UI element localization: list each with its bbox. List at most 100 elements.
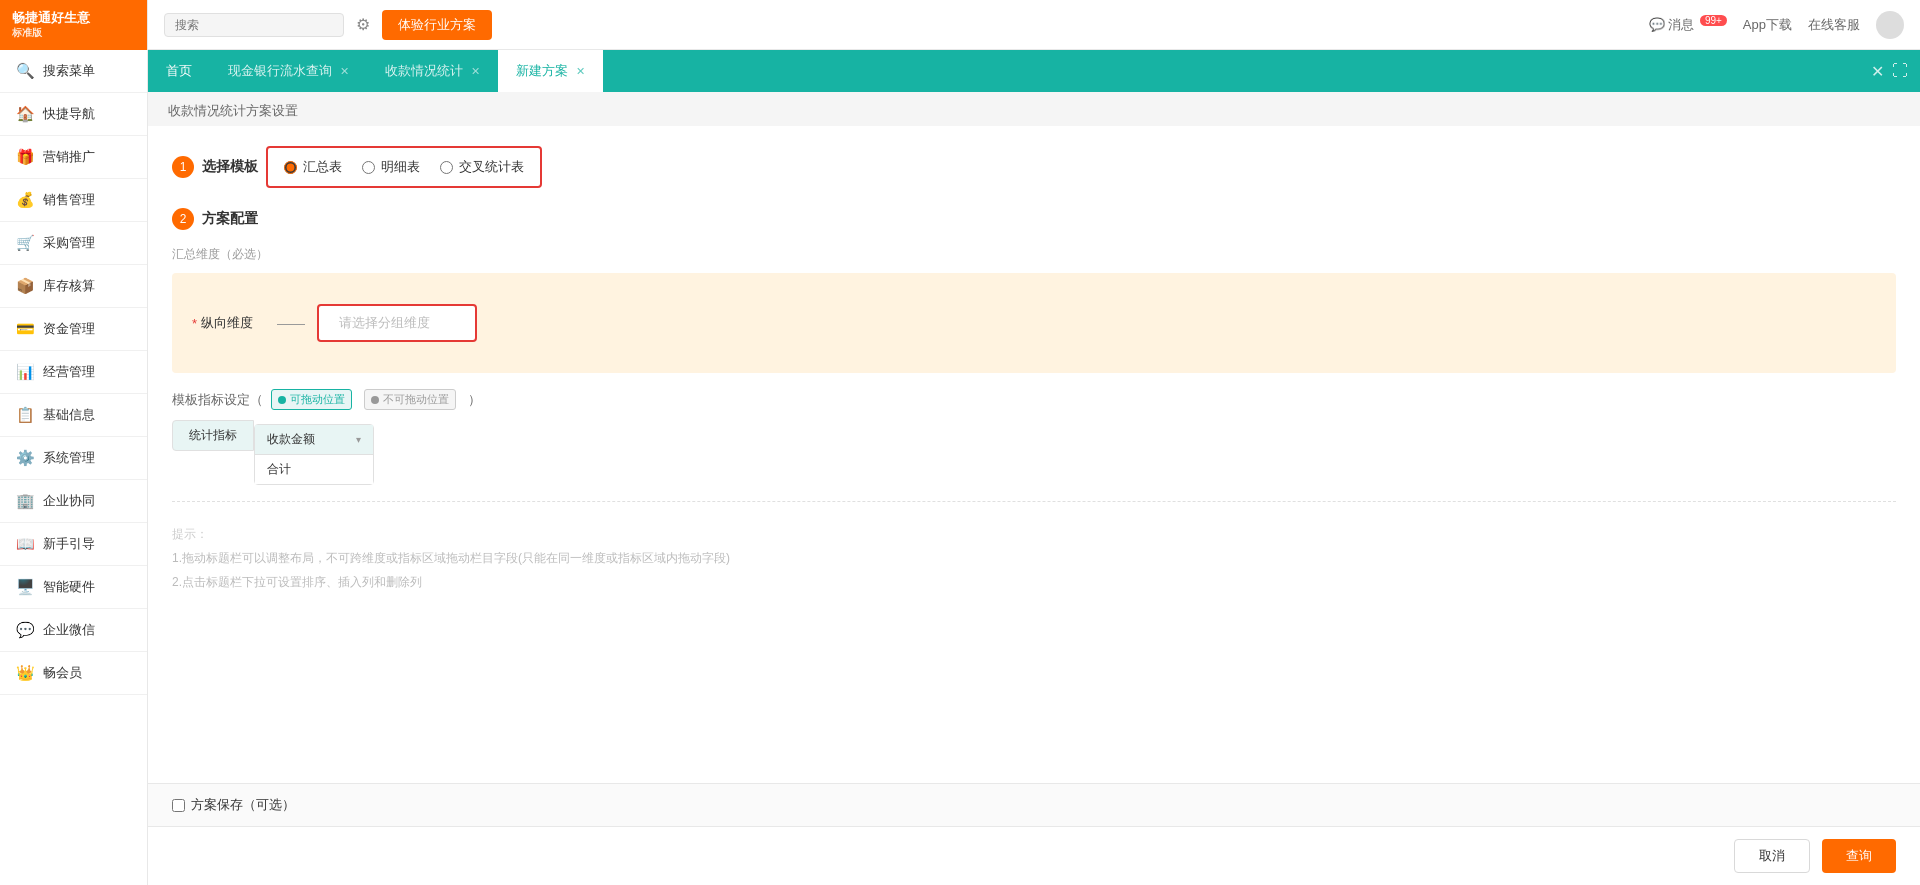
metric-setting: 模板指标设定（ 可拖动位置 不可拖动位置 ）	[172, 389, 1896, 485]
sidebar-item-quick-nav[interactable]: 🏠 快捷导航	[0, 93, 147, 136]
radio-summary[interactable]: 汇总表	[284, 158, 342, 176]
user-avatar[interactable]	[1876, 11, 1904, 39]
tips-area: 提示： 1.拖动标题栏可以调整布局，不可跨维度或指标区域拖动栏目字段(只能在同一…	[172, 522, 1896, 594]
dimension-section-label: 汇总维度（必选）	[172, 246, 1896, 263]
tab-new-plan-label: 新建方案	[516, 62, 568, 80]
wechat-icon: 💬	[16, 621, 35, 639]
metric-header-dropdown[interactable]: ▾	[356, 434, 361, 445]
sidebar-label-inventory: 库存核算	[43, 277, 95, 295]
radio-detail-input[interactable]	[362, 161, 375, 174]
sidebar-logo: 畅捷通好生意 标准版	[0, 0, 147, 50]
step2-circle: 2	[172, 208, 194, 230]
metric-header: 模板指标设定（ 可拖动位置 不可拖动位置 ）	[172, 389, 1896, 410]
gear-icon[interactable]: ⚙	[356, 15, 370, 34]
notification-area[interactable]: 💬 消息 99+	[1649, 15, 1727, 34]
select-dim-box[interactable]: 请选择分组维度	[317, 304, 477, 342]
tab-bank-flow-close[interactable]: ✕	[340, 65, 349, 78]
industry-btn[interactable]: 体验行业方案	[382, 10, 492, 40]
draggable-tag: 可拖动位置	[271, 389, 352, 410]
tab-receipt-stats[interactable]: 收款情况统计 ✕	[367, 50, 498, 92]
purchase-icon: 🛒	[16, 234, 35, 252]
topbar-right: 💬 消息 99+ App下载 在线客服	[1649, 11, 1904, 39]
separator	[172, 501, 1896, 502]
dim-arrow: ——	[277, 315, 305, 331]
marketing-icon: 🎁	[16, 148, 35, 166]
sidebar-item-wechat[interactable]: 💬 企业微信	[0, 609, 147, 652]
radio-detail-label: 明细表	[381, 158, 420, 176]
smart-hw-icon: 🖥️	[16, 578, 35, 596]
radio-detail[interactable]: 明细表	[362, 158, 420, 176]
radio-summary-label: 汇总表	[303, 158, 342, 176]
footer-bar: 取消 查询	[148, 826, 1920, 885]
step1-section: 1 选择模板 汇总表 明细表	[172, 146, 1896, 188]
sidebar-label-enterprise: 企业协同	[43, 492, 95, 510]
radio-cross-label: 交叉统计表	[459, 158, 524, 176]
step2-section: 2 方案配置 汇总维度（必选） * 纵向维度 —— 请选择	[172, 208, 1896, 594]
bottom-save-section: 方案保存（可选）	[148, 783, 1920, 826]
maximize-icon[interactable]: ⛶	[1892, 62, 1908, 80]
draggable-indicator	[278, 396, 286, 404]
system-icon: ⚙️	[16, 449, 35, 467]
metric-table-container: 统计指标 收款金额 ▾ 合计	[172, 420, 1896, 485]
basic-info-icon: 📋	[16, 406, 35, 424]
tab-bank-flow-label: 现金银行流水查询	[228, 62, 332, 80]
tab-bank-flow[interactable]: 现金银行流水查询 ✕	[210, 50, 367, 92]
logo-title: 畅捷通好生意	[12, 10, 90, 26]
save-checkbox[interactable]	[172, 799, 185, 812]
sidebar-item-purchase[interactable]: 🛒 采购管理	[0, 222, 147, 265]
radio-cross-input[interactable]	[440, 161, 453, 174]
page-content: 收款情况统计方案设置 1 选择模板 汇总表	[148, 92, 1920, 885]
radio-cross[interactable]: 交叉统计表	[440, 158, 524, 176]
online-service-link[interactable]: 在线客服	[1808, 16, 1860, 34]
sidebar: 畅捷通好生意 标准版 🔍 搜索菜单 🏠 快捷导航 🎁 营销推广 💰 销售管理 🛒…	[0, 0, 148, 885]
sidebar-item-inventory[interactable]: 📦 库存核算	[0, 265, 147, 308]
sidebar-item-sales[interactable]: 💰 销售管理	[0, 179, 147, 222]
non-draggable-tag: 不可拖动位置	[364, 389, 456, 410]
topbar: ⚙ 体验行业方案 💬 消息 99+ App下载 在线客服	[148, 0, 1920, 50]
operations-icon: 📊	[16, 363, 35, 381]
sidebar-label-guide: 新手引导	[43, 535, 95, 553]
sidebar-label-wechat: 企业微信	[43, 621, 95, 639]
page-header: 收款情况统计方案设置	[148, 92, 1920, 126]
logo-badge: 标准版	[12, 26, 90, 40]
save-label[interactable]: 方案保存（可选）	[191, 796, 295, 814]
sidebar-item-operations[interactable]: 📊 经营管理	[0, 351, 147, 394]
close-all-icon[interactable]: ✕	[1871, 62, 1884, 81]
query-button[interactable]: 查询	[1822, 839, 1896, 873]
sidebar-item-member[interactable]: 👑 畅会员	[0, 652, 147, 695]
sidebar-item-basic-info[interactable]: 📋 基础信息	[0, 394, 147, 437]
tab-new-plan-close[interactable]: ✕	[576, 65, 585, 78]
sidebar-item-system[interactable]: ⚙️ 系统管理	[0, 437, 147, 480]
topbar-search-input[interactable]	[164, 13, 344, 37]
guide-icon: 📖	[16, 535, 35, 553]
tab-home[interactable]: 首页	[148, 50, 210, 92]
app-download-link[interactable]: App下载	[1743, 16, 1792, 34]
sidebar-item-smart-hw[interactable]: 🖥️ 智能硬件	[0, 566, 147, 609]
sidebar-item-guide[interactable]: 📖 新手引导	[0, 523, 147, 566]
breadcrumb: 收款情况统计方案设置	[168, 103, 298, 118]
sidebar-item-finance[interactable]: 💳 资金管理	[0, 308, 147, 351]
notification-label: 消息	[1668, 17, 1694, 32]
tabbar-actions: ✕ ⛶	[1871, 62, 1920, 81]
template-select-box: 汇总表 明细表 交叉统计表	[266, 146, 542, 188]
member-icon: 👑	[16, 664, 35, 682]
sidebar-label-member: 畅会员	[43, 664, 82, 682]
search-menu-icon: 🔍	[16, 62, 35, 80]
sidebar-item-search-menu[interactable]: 🔍 搜索菜单	[0, 50, 147, 93]
sidebar-label-marketing: 营销推广	[43, 148, 95, 166]
radio-summary-input[interactable]	[284, 161, 297, 174]
cancel-button[interactable]: 取消	[1734, 839, 1810, 873]
non-draggable-indicator	[371, 396, 379, 404]
tab-receipt-stats-close[interactable]: ✕	[471, 65, 480, 78]
dimension-area: * 纵向维度 —— 请选择分组维度	[172, 273, 1896, 373]
vertical-dim-label: 纵向维度	[201, 314, 253, 332]
metric-column-header[interactable]: 收款金额 ▾	[255, 425, 373, 455]
sidebar-label-search-menu: 搜索菜单	[43, 62, 95, 80]
sidebar-item-marketing[interactable]: 🎁 营销推广	[0, 136, 147, 179]
step1-header: 1 选择模板 汇总表 明细表	[172, 146, 1896, 188]
sidebar-item-enterprise[interactable]: 🏢 企业协同	[0, 480, 147, 523]
metric-category-col: 统计指标	[172, 420, 254, 485]
tab-new-plan[interactable]: 新建方案 ✕	[498, 50, 603, 92]
sales-icon: 💰	[16, 191, 35, 209]
form-area: 1 选择模板 汇总表 明细表	[148, 126, 1920, 783]
